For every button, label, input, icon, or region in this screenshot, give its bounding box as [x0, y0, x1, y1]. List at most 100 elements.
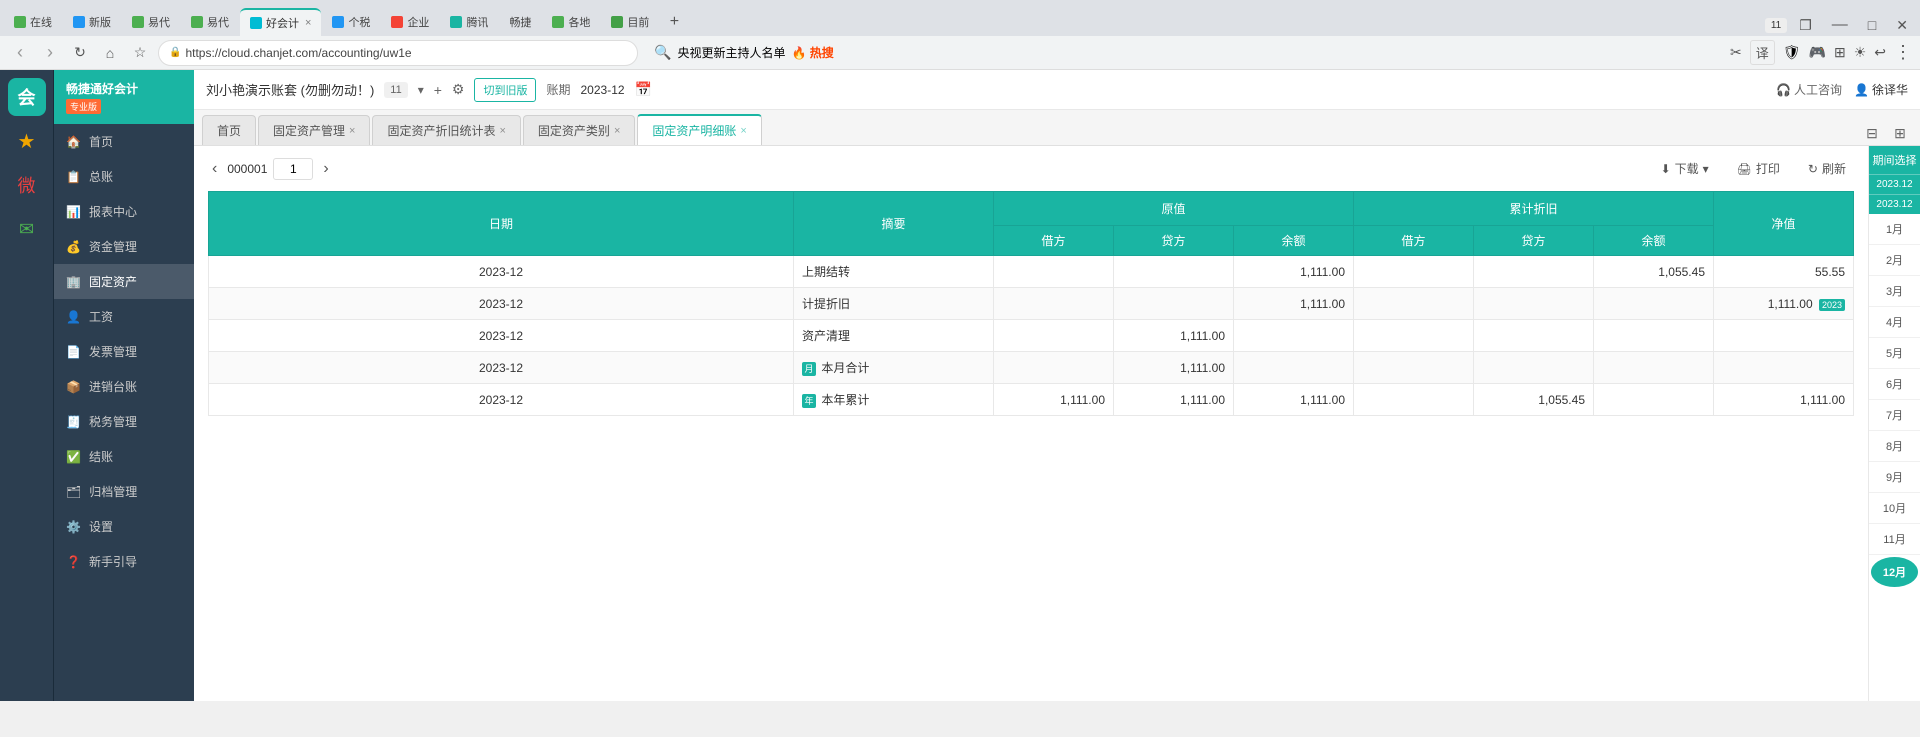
- tab-depreciation-stats-close[interactable]: ×: [499, 125, 505, 137]
- sidebar-item-general-ledger[interactable]: 📋 总账: [54, 159, 194, 194]
- sidebar-item-closing[interactable]: ✅ 结账: [54, 439, 194, 474]
- period-month-3[interactable]: 3月: [1869, 276, 1920, 307]
- period-month-12[interactable]: 12月: [1871, 557, 1918, 587]
- tab-qiye[interactable]: 企业: [381, 8, 439, 36]
- tab-new[interactable]: 新版: [63, 8, 121, 36]
- period-month-7[interactable]: 7月: [1869, 400, 1920, 431]
- print-btn[interactable]: 🖨 打印: [1729, 156, 1788, 181]
- cell-date-5: 2023-12: [209, 384, 794, 416]
- icon-rail-mail[interactable]: ✉: [8, 210, 46, 248]
- translate-icon[interactable]: 译: [1750, 40, 1775, 65]
- tab-gedi[interactable]: 各地: [542, 8, 600, 36]
- tab-tengxun[interactable]: 腾讯: [440, 8, 498, 36]
- period-month-10[interactable]: 10月: [1869, 493, 1920, 524]
- refresh-btn[interactable]: ↻: [68, 41, 92, 65]
- version-btn[interactable]: 切到旧版: [474, 78, 536, 102]
- user-btn[interactable]: 👤 徐译华: [1854, 81, 1908, 98]
- hot-search-label: 🔥 热搜: [791, 44, 833, 61]
- tab-label-new: 新版: [89, 14, 111, 30]
- period-month-1[interactable]: 1月: [1869, 214, 1920, 245]
- cell-orig-credit-3: 1,111.00: [1114, 320, 1234, 352]
- tab-geshui[interactable]: 个税: [322, 8, 380, 36]
- calendar-icon[interactable]: 📅: [635, 81, 652, 98]
- window-maximize-btn[interactable]: □: [1860, 15, 1884, 35]
- period-month-11[interactable]: 11月: [1869, 524, 1920, 555]
- download-btn[interactable]: ⬇ 下载 ▾: [1653, 156, 1717, 181]
- period-month-6[interactable]: 6月: [1869, 369, 1920, 400]
- tab-asset-category[interactable]: 固定资产类别 ×: [523, 115, 635, 145]
- window-close-btn[interactable]: ✕: [1888, 15, 1916, 36]
- sidebar-item-guide[interactable]: ❓ 新手引导: [54, 544, 194, 579]
- period-month-2[interactable]: 2月: [1869, 245, 1920, 276]
- icon-rail-logo[interactable]: 会: [8, 78, 46, 116]
- sidebar-item-salary[interactable]: 👤 工资: [54, 299, 194, 334]
- sidebar-label-finance: 资金管理: [89, 238, 137, 255]
- home-btn[interactable]: ⌂: [98, 41, 122, 65]
- sidebar-item-settings[interactable]: ⚙️ 设置: [54, 509, 194, 544]
- settings-btn[interactable]: ⚙: [452, 81, 465, 98]
- tab-online[interactable]: 在线: [4, 8, 62, 36]
- cell-accum-balance-5: [1594, 384, 1714, 416]
- sidebar-item-home[interactable]: 🏠 首页: [54, 124, 194, 159]
- grid-icon[interactable]: ⊞: [1834, 44, 1846, 61]
- cell-accum-balance-4: [1594, 352, 1714, 384]
- period-value[interactable]: 2023-12: [581, 83, 625, 97]
- tab-mubiao[interactable]: 目前: [601, 8, 659, 36]
- page-input[interactable]: [273, 158, 313, 180]
- sidebar-item-inventory[interactable]: 📦 进销台账: [54, 369, 194, 404]
- refresh-ledger-btn[interactable]: ↻ 刷新: [1800, 156, 1854, 181]
- add-tab-button[interactable]: +: [660, 8, 688, 36]
- expand-tab-btn[interactable]: ⊞: [1888, 121, 1912, 145]
- back-btn[interactable]: ‹: [8, 41, 32, 65]
- bookmark-btn[interactable]: ☆: [128, 41, 152, 65]
- undo-icon[interactable]: ↩: [1874, 44, 1886, 61]
- tab-yidai2[interactable]: 易代: [181, 8, 239, 36]
- shield-icon[interactable]: 🛡: [1783, 44, 1801, 61]
- tab-asset-detail-ledger-close[interactable]: ×: [740, 125, 746, 137]
- tab-asset-mgmt[interactable]: 固定资产管理 ×: [258, 115, 370, 145]
- tab-home[interactable]: 首页: [202, 115, 256, 145]
- tab-changjie[interactable]: 畅捷: [499, 8, 541, 36]
- sidebar-item-archive[interactable]: 🗂 归档管理: [54, 474, 194, 509]
- icon-rail-star[interactable]: ★: [8, 122, 46, 160]
- tab-yidai1[interactable]: 易代: [122, 8, 180, 36]
- shrink-tab-btn[interactable]: ⊟: [1860, 121, 1884, 145]
- next-page-btn[interactable]: ›: [319, 158, 332, 180]
- dropdown-arrow[interactable]: ▾: [418, 83, 424, 97]
- period-selected-date-2[interactable]: 2023.12: [1869, 194, 1920, 214]
- tab-icon-tengxun: [450, 16, 462, 28]
- more-icon[interactable]: ⋮: [1894, 42, 1912, 63]
- scissors-icon[interactable]: ✂: [1730, 44, 1742, 61]
- period-month-8[interactable]: 8月: [1869, 431, 1920, 462]
- search-area[interactable]: 🔍 央视更新主持人名单 🔥 热搜: [654, 44, 834, 61]
- window-restore-btn[interactable]: ❐: [1791, 15, 1820, 36]
- tab-close-haokuaiji[interactable]: ×: [305, 17, 311, 29]
- sidebar-item-invoice[interactable]: 📄 发票管理: [54, 334, 194, 369]
- sidebar-item-finance[interactable]: 💰 资金管理: [54, 229, 194, 264]
- tab-asset-detail-ledger[interactable]: 固定资产明细账 ×: [637, 114, 761, 145]
- col-orig-credit: 贷方: [1114, 226, 1234, 256]
- brightness-icon[interactable]: ☀: [1854, 44, 1867, 61]
- period-selected-date-1[interactable]: 2023.12: [1869, 174, 1920, 194]
- window-minimize-btn[interactable]: —: [1824, 14, 1856, 36]
- tab-depreciation-stats[interactable]: 固定资产折旧统计表 ×: [372, 115, 520, 145]
- company-name[interactable]: 刘小艳演示账套 (勿删勿动！): [206, 80, 374, 99]
- year-badge: 2023: [1819, 299, 1845, 311]
- forward-btn[interactable]: ›: [38, 41, 62, 65]
- add-company-btn[interactable]: +: [434, 82, 442, 98]
- sidebar-item-tax[interactable]: 🧾 税务管理: [54, 404, 194, 439]
- sidebar-item-fixed-assets[interactable]: 🏢 固定资产: [54, 264, 194, 299]
- url-bar[interactable]: 🔒 https://cloud.chanjet.com/accounting/u…: [158, 40, 638, 66]
- icon-rail-weibo[interactable]: 微: [8, 166, 46, 204]
- period-month-4[interactable]: 4月: [1869, 307, 1920, 338]
- game-icon[interactable]: 🎮: [1809, 44, 1826, 61]
- sidebar-item-reports[interactable]: 📊 报表中心: [54, 194, 194, 229]
- tab-asset-mgmt-close[interactable]: ×: [349, 125, 355, 137]
- tab-haokuaiji[interactable]: 好会计 ×: [240, 8, 321, 36]
- support-btn[interactable]: 🎧 人工咨询: [1776, 81, 1842, 98]
- tab-home-label: 首页: [217, 124, 241, 138]
- period-month-5[interactable]: 5月: [1869, 338, 1920, 369]
- tab-asset-category-close[interactable]: ×: [614, 125, 620, 137]
- prev-page-btn[interactable]: ‹: [208, 158, 221, 180]
- period-month-9[interactable]: 9月: [1869, 462, 1920, 493]
